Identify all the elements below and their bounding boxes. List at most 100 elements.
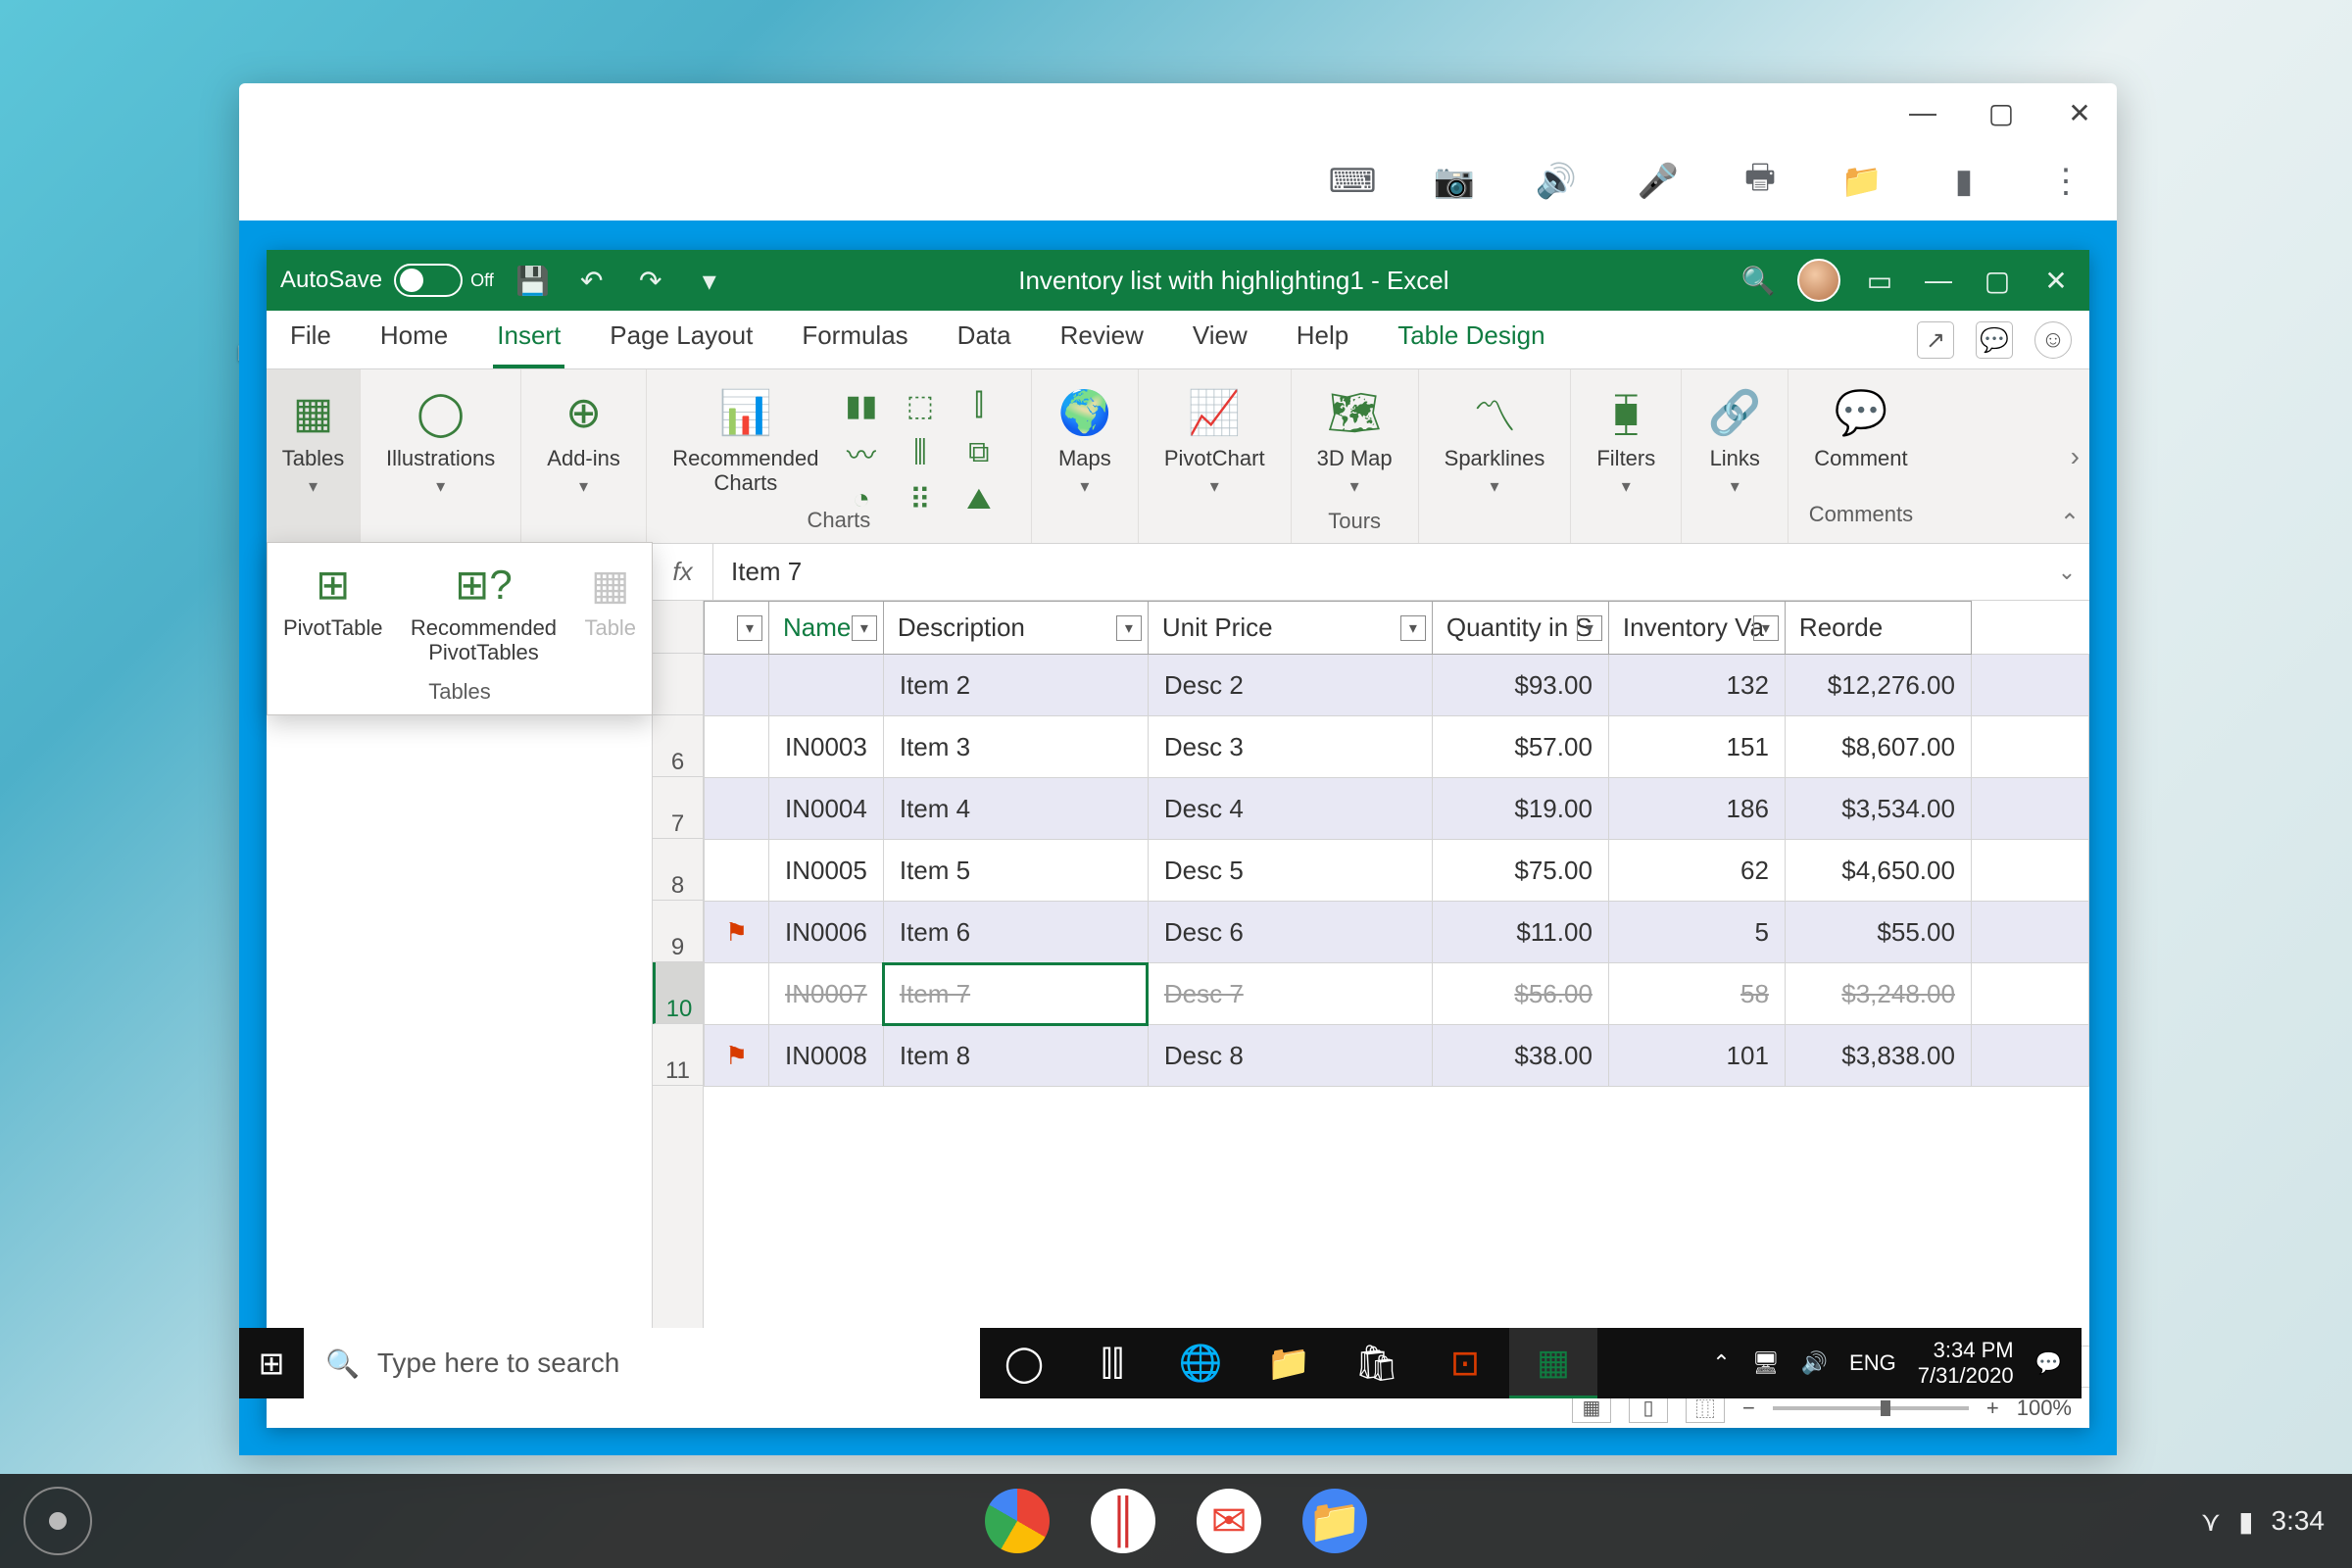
taskbar-search[interactable]: 🔍 Type here to search <box>304 1328 980 1398</box>
cell-unit-price[interactable]: $75.00 <box>1432 840 1608 902</box>
cell-name[interactable]: Item 5 <box>883 840 1148 902</box>
cell-inventory-value[interactable]: $3,534.00 <box>1785 778 1971 840</box>
tab-view[interactable]: View <box>1189 309 1251 368</box>
combo-chart-icon[interactable]: ⧉ <box>958 432 1000 473</box>
cell-name[interactable]: Item 6 <box>883 902 1148 963</box>
cell-sku[interactable]: IN0007 <box>769 963 884 1025</box>
col-unit-price[interactable]: Unit Price▾ <box>1148 602 1432 655</box>
cell-quantity[interactable]: 132 <box>1608 655 1785 716</box>
qat-customize-icon[interactable]: ▾ <box>690 261 729 300</box>
tab-file[interactable]: File <box>286 309 335 368</box>
excel-close-button[interactable]: ✕ <box>2036 261 2076 300</box>
cell-quantity[interactable]: 58 <box>1608 963 1785 1025</box>
col-name[interactable]: Name▾ <box>769 602 884 655</box>
cell-description[interactable]: Desc 3 <box>1148 716 1432 778</box>
sound-icon[interactable]: 🔊 <box>1801 1350 1828 1376</box>
waterfall-chart-icon[interactable]: ⫿ <box>958 385 1000 426</box>
row-header[interactable]: 8 <box>653 839 703 901</box>
keyboard-icon[interactable]: ⌨ <box>1331 160 1374 203</box>
edge-taskbar-icon[interactable]: 🌐 <box>1156 1328 1245 1398</box>
tab-home[interactable]: Home <box>376 309 452 368</box>
zoom-out-icon[interactable]: − <box>1742 1396 1755 1421</box>
outer-minimize-button[interactable]: — <box>1903 93 1942 132</box>
cell-reorder[interactable] <box>1971 840 2088 902</box>
scatter-chart-icon[interactable]: ⠿ <box>900 479 941 520</box>
outer-close-button[interactable]: ✕ <box>2060 93 2099 132</box>
cell-description[interactable]: Desc 8 <box>1148 1025 1432 1087</box>
print-icon[interactable]: 🖶 <box>1739 160 1782 203</box>
formula-input[interactable]: Item 7 <box>713 557 2044 587</box>
cell-flag[interactable]: ⚑ <box>705 902 769 963</box>
col-inventory-value[interactable]: Inventory Va▾ <box>1608 602 1785 655</box>
cell-quantity[interactable]: 151 <box>1608 716 1785 778</box>
line-chart-icon[interactable]: 〰 <box>841 432 882 473</box>
filter-dropdown-icon[interactable]: ▾ <box>1400 615 1426 641</box>
cell-flag[interactable] <box>705 655 769 716</box>
new-comment-button[interactable]: 💬 Comment <box>1806 379 1915 476</box>
tray-overflow-icon[interactable]: ⌃ <box>1712 1350 1730 1376</box>
pivottable-button[interactable]: ⊞ PivotTable <box>283 559 383 665</box>
cell-quantity[interactable]: 5 <box>1608 902 1785 963</box>
excel-restore-button[interactable]: ▢ <box>1978 261 2017 300</box>
col-quantity[interactable]: Quantity in S▾ <box>1432 602 1608 655</box>
chart-type-gallery[interactable]: ▮▮ ⬚ ⫿ 〰 ⫼ ⧉ ◔ ⠿ ⛰ <box>841 379 1013 522</box>
recommended-pivottables-button[interactable]: ⊞? Recommended PivotTables <box>410 559 557 665</box>
col-description[interactable]: Description▾ <box>883 602 1148 655</box>
ribbon-group-illustrations[interactable]: ◯ Illustrations ▾ <box>361 369 521 543</box>
filter-dropdown-icon[interactable]: ▾ <box>737 615 762 641</box>
map-chart-icon[interactable]: ⛰ <box>958 479 1000 520</box>
cell-reorder[interactable] <box>1971 902 2088 963</box>
task-view-icon[interactable]: ⫿⫿ <box>1068 1328 1156 1398</box>
cell-description[interactable]: Desc 5 <box>1148 840 1432 902</box>
cell-inventory-value[interactable]: $8,607.00 <box>1785 716 1971 778</box>
hierarchy-chart-icon[interactable]: ⬚ <box>900 385 941 426</box>
gmail-app-icon[interactable]: ✉ <box>1197 1489 1261 1553</box>
user-avatar[interactable] <box>1797 259 1840 302</box>
cell-sku[interactable]: IN0005 <box>769 840 884 902</box>
cell-sku[interactable]: IN0008 <box>769 1025 884 1087</box>
cell-unit-price[interactable]: $56.00 <box>1432 963 1608 1025</box>
row-header[interactable]: 7 <box>653 777 703 839</box>
volume-icon[interactable]: 🔊 <box>1535 160 1578 203</box>
cell-unit-price[interactable]: $93.00 <box>1432 655 1608 716</box>
zoom-level[interactable]: 100% <box>2017 1396 2072 1421</box>
row-header-selected[interactable]: 10 <box>653 962 703 1024</box>
ribbon-pivotchart-button[interactable]: 📈 PivotChart ▾ <box>1139 369 1292 543</box>
excel-minimize-button[interactable]: — <box>1919 261 1958 300</box>
files-app-icon[interactable]: 📁 <box>1302 1489 1367 1553</box>
cell-quantity[interactable]: 101 <box>1608 1025 1785 1087</box>
language-indicator[interactable]: ENG <box>1849 1350 1896 1376</box>
cell-name[interactable]: Item 8 <box>883 1025 1148 1087</box>
explorer-taskbar-icon[interactable]: 📁 <box>1245 1328 1333 1398</box>
row-header[interactable]: 9 <box>653 901 703 962</box>
cell-flag[interactable] <box>705 716 769 778</box>
col-flag[interactable]: ▾ <box>705 602 769 655</box>
autosave-toggle[interactable]: AutoSave Off <box>280 264 494 297</box>
filter-dropdown-icon[interactable]: ▾ <box>1577 615 1602 641</box>
outer-maximize-button[interactable]: ▢ <box>1982 93 2021 132</box>
chrome-app-icon[interactable] <box>985 1489 1050 1553</box>
parallels-app-icon[interactable]: ║ <box>1091 1489 1155 1553</box>
ribbon-collapse-icon[interactable]: ⌃ <box>2060 509 2080 537</box>
cell-name[interactable]: Item 7 <box>883 963 1148 1025</box>
tab-formulas[interactable]: Formulas <box>798 309 911 368</box>
tab-help[interactable]: Help <box>1293 309 1352 368</box>
ribbon-display-icon[interactable]: ▭ <box>1860 261 1899 300</box>
taskbar-clock[interactable]: 3:34 PM 7/31/2020 <box>1918 1338 2014 1390</box>
cell-unit-price[interactable]: $38.00 <box>1432 1025 1608 1087</box>
cell-sku[interactable]: IN0004 <box>769 778 884 840</box>
smiley-feedback-icon[interactable]: ☺ <box>2034 321 2072 359</box>
tab-table-design[interactable]: Table Design <box>1394 309 1548 368</box>
cell-sku[interactable]: IN0006 <box>769 902 884 963</box>
cell-flag[interactable] <box>705 778 769 840</box>
fx-icon[interactable]: fx <box>653 544 713 600</box>
cell-description[interactable]: Desc 6 <box>1148 902 1432 963</box>
tab-review[interactable]: Review <box>1056 309 1148 368</box>
cell-unit-price[interactable]: $19.00 <box>1432 778 1608 840</box>
action-center-icon[interactable]: 💬 <box>2035 1350 2062 1376</box>
cell-sku[interactable]: IN0003 <box>769 716 884 778</box>
save-icon[interactable]: 💾 <box>514 261 553 300</box>
cell-quantity[interactable]: 186 <box>1608 778 1785 840</box>
cell-description[interactable]: Desc 7 <box>1148 963 1432 1025</box>
ribbon-overflow-icon[interactable]: › <box>2071 441 2080 472</box>
